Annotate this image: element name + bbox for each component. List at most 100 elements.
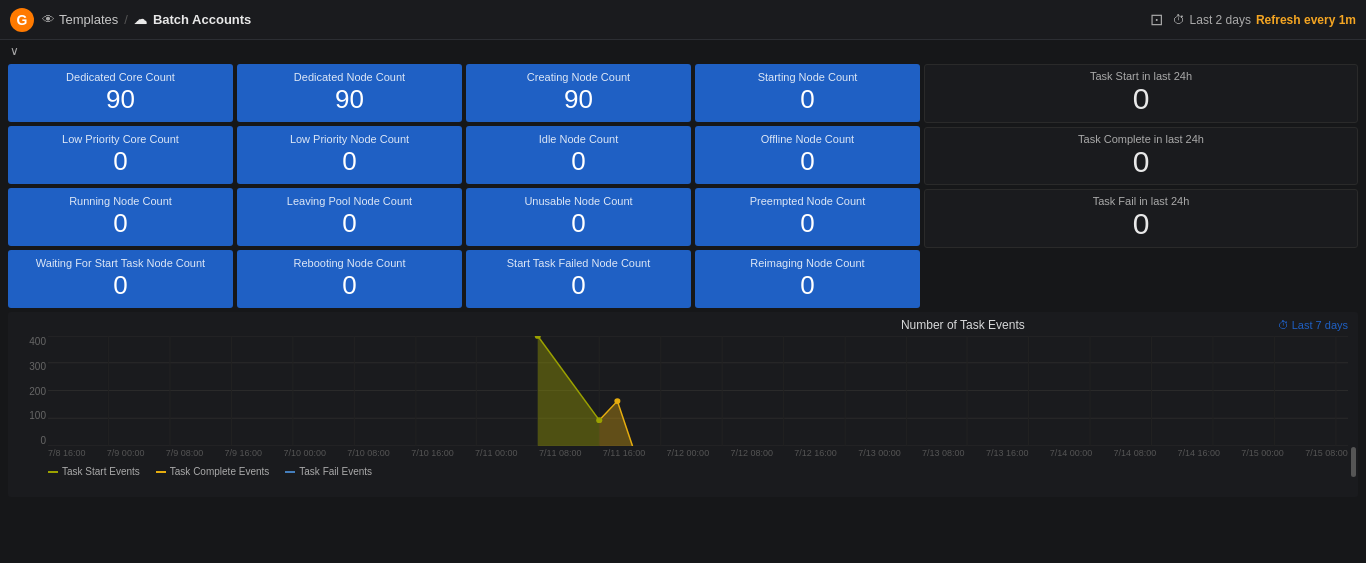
clock-icon-chart: ⏱	[1278, 319, 1289, 331]
tile-start-task-failed[interactable]: Start Task Failed Node Count 0	[466, 250, 691, 308]
clock-icon: ⏱	[1173, 13, 1185, 27]
tile-value: 90	[335, 84, 364, 115]
main-content: Dedicated Core Count 90 Dedicated Node C…	[0, 62, 1366, 499]
svg-point-30	[614, 398, 620, 404]
y-axis-labels: 0 100 200 300 400	[20, 336, 46, 446]
tile-preempted-node-count[interactable]: Preempted Node Count 0	[695, 188, 920, 246]
tile-label: Task Complete in last 24h	[1078, 133, 1204, 145]
legend-label-start: Task Start Events	[62, 466, 140, 477]
tile-label: Running Node Count	[69, 195, 172, 208]
collapse-row[interactable]: ∨	[0, 40, 1366, 62]
tile-low-priority-node-count[interactable]: Low Priority Node Count 0	[237, 126, 462, 184]
eye-icon: 👁	[42, 12, 55, 27]
legend-item-complete: Task Complete Events	[156, 466, 270, 477]
tile-value: 0	[113, 270, 127, 301]
tile-label: Leaving Pool Node Count	[287, 195, 412, 208]
legend-item-fail: Task Fail Events	[285, 466, 372, 477]
chart-title: Number of Task Events	[648, 318, 1278, 332]
tile-label: Waiting For Start Task Node Count	[36, 257, 205, 270]
tile-value: 0	[571, 146, 585, 177]
tile-label: Start Task Failed Node Count	[507, 257, 650, 270]
tile-value: 0	[800, 270, 814, 301]
tile-task-start-24h[interactable]: Task Start in last 24h 0	[924, 64, 1358, 123]
tile-label: Low Priority Node Count	[290, 133, 409, 146]
tile-value: 90	[106, 84, 135, 115]
tile-value: 0	[1133, 207, 1150, 241]
breadcrumb-templates[interactable]: Templates	[59, 12, 118, 27]
legend-color-fail	[285, 471, 295, 473]
tile-label: Dedicated Node Count	[294, 71, 405, 84]
svg-point-29	[596, 417, 602, 423]
legend-item-start: Task Start Events	[48, 466, 140, 477]
tile-dedicated-core-count[interactable]: Dedicated Core Count 90	[8, 64, 233, 122]
chart-svg	[48, 336, 1348, 446]
legend-label-complete: Task Complete Events	[170, 466, 270, 477]
tile-placeholder	[924, 252, 1358, 309]
tile-value: 0	[113, 208, 127, 239]
tile-waiting-for-start-task[interactable]: Waiting For Start Task Node Count 0	[8, 250, 233, 308]
tile-value: 0	[113, 146, 127, 177]
tile-offline-node-count[interactable]: Offline Node Count 0	[695, 126, 920, 184]
grafana-logo[interactable]: G	[10, 8, 34, 32]
chart-header: Number of Task Events ⏱ Last 7 days	[18, 318, 1348, 332]
tile-label: Unusable Node Count	[524, 195, 632, 208]
tile-value: 0	[571, 270, 585, 301]
tile-task-fail-24h[interactable]: Task Fail in last 24h 0	[924, 189, 1358, 248]
tile-label: Low Priority Core Count	[62, 133, 179, 146]
tile-idle-node-count[interactable]: Idle Node Count 0	[466, 126, 691, 184]
tile-value: 0	[342, 208, 356, 239]
tile-label: Rebooting Node Count	[294, 257, 406, 270]
breadcrumb: 👁 Templates / ☁ Batch Accounts	[42, 12, 251, 27]
chart-plot-area: 0 100 200 300 400	[48, 336, 1348, 458]
tile-label: Reimaging Node Count	[750, 257, 864, 270]
tile-value: 0	[1133, 145, 1150, 179]
time-range-label: Last 2 days	[1190, 13, 1251, 27]
cloud-icon: ☁	[134, 12, 147, 27]
svg-marker-27	[599, 401, 632, 446]
right-column: Task Start in last 24h 0 Task Complete i…	[924, 64, 1358, 308]
tile-value: 0	[800, 84, 814, 115]
tile-creating-node-count[interactable]: Creating Node Count 90	[466, 64, 691, 122]
chart-timerange[interactable]: ⏱ Last 7 days	[1278, 319, 1348, 331]
tile-label: Task Fail in last 24h	[1093, 195, 1190, 207]
tile-value: 0	[800, 146, 814, 177]
tile-running-node-count[interactable]: Running Node Count 0	[8, 188, 233, 246]
chart-timerange-label: Last 7 days	[1292, 319, 1348, 331]
tile-label: Creating Node Count	[527, 71, 630, 84]
chart-legend: Task Start Events Task Complete Events T…	[48, 462, 1348, 477]
tile-value: 0	[571, 208, 585, 239]
time-info[interactable]: ⏱ Last 2 days Refresh every 1m	[1173, 13, 1356, 27]
legend-color-complete	[156, 471, 166, 473]
tile-value: 0	[800, 208, 814, 239]
refresh-label[interactable]: Refresh every 1m	[1256, 13, 1356, 27]
tile-label: Task Start in last 24h	[1090, 70, 1192, 82]
monitor-icon[interactable]: ⊡	[1150, 10, 1163, 29]
topbar-left: G 👁 Templates / ☁ Batch Accounts	[10, 8, 251, 32]
breadcrumb-sep: /	[124, 12, 128, 27]
tile-value: 0	[1133, 82, 1150, 116]
tile-value: 90	[564, 84, 593, 115]
tile-reimaging-node-count[interactable]: Reimaging Node Count 0	[695, 250, 920, 308]
tile-low-priority-core-count[interactable]: Low Priority Core Count 0	[8, 126, 233, 184]
legend-color-start	[48, 471, 58, 473]
page-title: ☁ Batch Accounts	[134, 12, 251, 27]
tile-dedicated-node-count[interactable]: Dedicated Node Count 90	[237, 64, 462, 122]
tiles-grid: Dedicated Core Count 90 Dedicated Node C…	[8, 64, 920, 308]
tile-leaving-pool-node-count[interactable]: Leaving Pool Node Count 0	[237, 188, 462, 246]
tile-label: Idle Node Count	[539, 133, 619, 146]
tile-value: 0	[342, 146, 356, 177]
chevron-down-icon: ∨	[10, 44, 19, 58]
tile-label: Offline Node Count	[761, 133, 854, 146]
tile-starting-node-count[interactable]: Starting Node Count 0	[695, 64, 920, 122]
tile-label: Dedicated Core Count	[66, 71, 175, 84]
tile-value: 0	[342, 270, 356, 301]
chart-section: Number of Task Events ⏱ Last 7 days 0 10…	[8, 312, 1358, 497]
x-axis-labels: 7/8 16:00 7/9 00:00 7/9 08:00 7/9 16:00 …	[48, 448, 1348, 458]
tile-unusable-node-count[interactable]: Unusable Node Count 0	[466, 188, 691, 246]
tile-rebooting-node-count[interactable]: Rebooting Node Count 0	[237, 250, 462, 308]
tile-task-complete-24h[interactable]: Task Complete in last 24h 0	[924, 127, 1358, 186]
scrollbar[interactable]	[1351, 447, 1356, 477]
topbar: G 👁 Templates / ☁ Batch Accounts ⊡ ⏱ Las…	[0, 0, 1366, 40]
topbar-right: ⊡ ⏱ Last 2 days Refresh every 1m	[1150, 10, 1356, 29]
legend-label-fail: Task Fail Events	[299, 466, 372, 477]
